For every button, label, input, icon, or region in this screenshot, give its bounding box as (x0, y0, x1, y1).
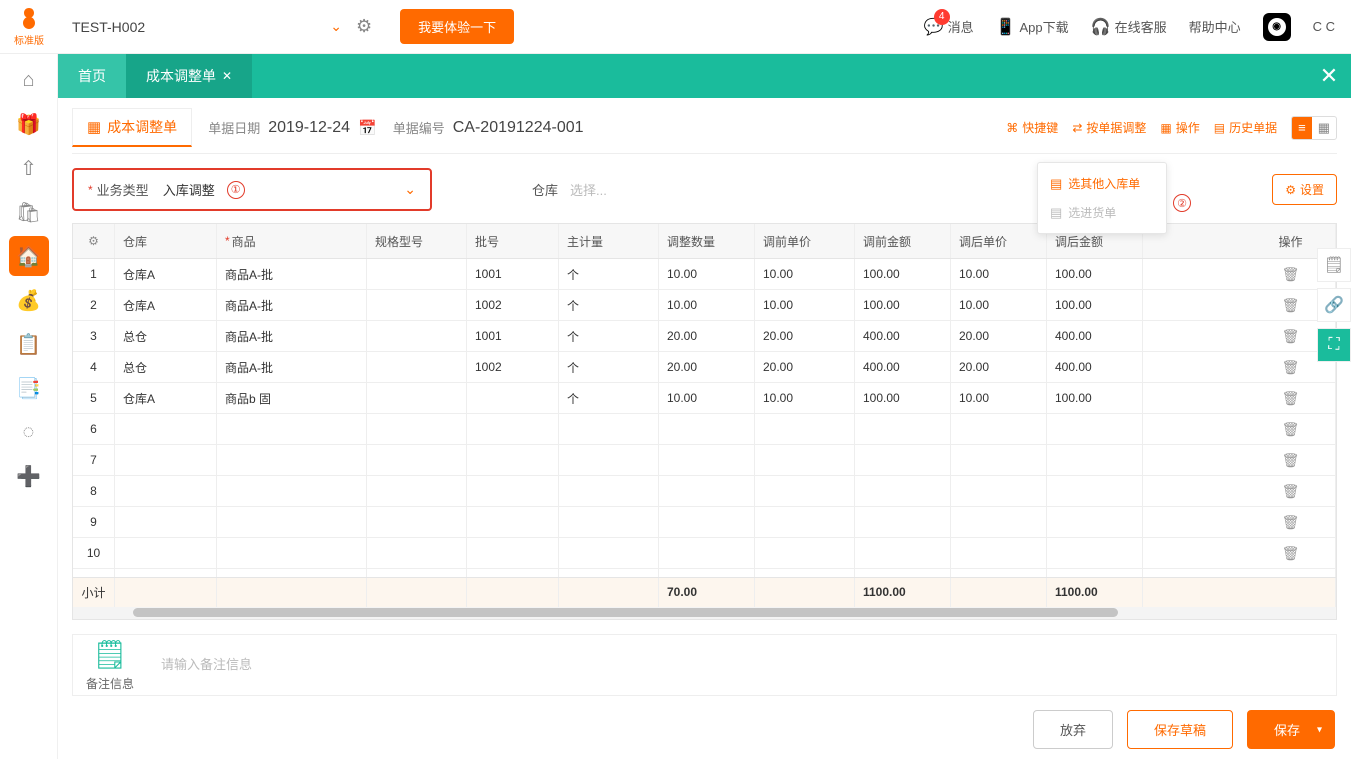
experience-button[interactable]: 我要体验一下 (400, 9, 514, 44)
right-float-panel: 🗒 🔗 ⛶ (1317, 248, 1351, 362)
help-link[interactable]: 帮助中心 (1189, 17, 1241, 36)
adjust-by-bill-link[interactable]: ⇄按单据调整 (1072, 119, 1146, 136)
side-nav: ⌂ 🎁 ⇧ 🛍 🏠 💰 📋 📑 ◌ ➕ (0, 54, 58, 759)
nav-home-icon[interactable]: ⌂ (9, 60, 49, 100)
trash-icon[interactable]: 🗑 (1282, 514, 1300, 531)
table-row[interactable]: 4总仓商品A-批1002个20.0020.00400.0020.00400.00… (73, 352, 1336, 383)
headset-icon: 🎧 (1091, 17, 1111, 37)
app-download-link[interactable]: 📱 App下载 (996, 17, 1069, 37)
row-settings-icon[interactable]: ⚙ (73, 224, 115, 258)
nav-ledger-icon[interactable]: 📑 (9, 368, 49, 408)
avatar[interactable]: ◉ (1263, 13, 1291, 41)
chevron-down-icon: ⌄ (330, 18, 342, 35)
operations-link[interactable]: ▦操作 (1160, 119, 1199, 136)
grid-view-icon[interactable]: ▦ (1312, 117, 1336, 139)
horizontal-scrollbar[interactable] (73, 607, 1336, 619)
hotkey-link[interactable]: ⌘快捷键 (1006, 119, 1058, 136)
nav-sync-icon[interactable]: ◌ (9, 412, 49, 452)
trash-icon[interactable]: 🗑 (1282, 328, 1300, 345)
table-row[interactable]: 1仓库A商品A-批1001个10.0010.00100.0010.00100.0… (73, 259, 1336, 290)
brand-logo: 标准版 (0, 0, 58, 54)
doc-date[interactable]: 单据日期 2019-12-24 📅 (208, 118, 377, 137)
trash-icon[interactable]: 🗑 (1282, 359, 1300, 376)
nav-gift-icon[interactable]: 🎁 (9, 104, 49, 144)
table-subtotal-row: 小计 70.00 1100.00 1100.00 (73, 577, 1336, 607)
bill-icon: ▤ (1050, 176, 1062, 192)
phone-icon: 📱 (996, 17, 1016, 37)
trash-icon[interactable]: 🗑 (1282, 297, 1300, 314)
tab-cost-adjust[interactable]: 成本调整单 ✕ (126, 54, 252, 98)
select-other-inbound[interactable]: ▤ 选其他入库单 (1038, 169, 1166, 198)
table-row[interactable]: 10🗑 (73, 538, 1336, 569)
org-name: TEST-H002 (72, 19, 145, 35)
table-row[interactable]: 9🗑 (73, 507, 1336, 538)
float-note-icon[interactable]: 🗒 (1317, 248, 1351, 282)
chevron-down-icon: ⌄ (404, 181, 416, 198)
remark-section: 🗒 备注信息 (72, 634, 1337, 696)
org-selector[interactable]: TEST-H002 ⌄ (72, 18, 342, 35)
float-link-icon[interactable]: 🔗 (1317, 288, 1351, 322)
table-row[interactable]: 11🗑 (73, 569, 1336, 577)
nav-warehouse-icon[interactable]: 🏠 (9, 236, 49, 276)
nav-warehouse-out-icon[interactable]: ⇧ (9, 148, 49, 188)
table-row[interactable]: 7🗑 (73, 445, 1336, 476)
annotation-2: ② (1173, 194, 1191, 212)
message-badge: 4 (934, 9, 950, 25)
history-link[interactable]: ▤历史单据 (1214, 119, 1277, 136)
save-draft-button[interactable]: 保存草稿 (1127, 710, 1233, 749)
calendar-icon[interactable]: 📅 (358, 119, 377, 137)
trash-icon[interactable]: 🗑 (1282, 483, 1300, 500)
trash-icon[interactable]: 🗑 (1282, 266, 1300, 283)
table-row[interactable]: 3总仓商品A-批1001个20.0020.00400.0020.00400.00… (73, 321, 1336, 352)
tabs-close-all[interactable]: ✕ (1307, 54, 1351, 98)
user-name: C C (1313, 19, 1335, 34)
tabs-bar: 首页 成本调整单 ✕ ✕ (58, 54, 1351, 98)
float-expand-icon[interactable]: ⛶ (1317, 328, 1351, 362)
select-purchase-bill: ▤ 选进货单 (1038, 198, 1166, 227)
bill-icon: ▤ (1050, 205, 1062, 221)
support-link[interactable]: 🎧 在线客服 (1091, 17, 1167, 37)
table-row[interactable]: 8🗑 (73, 476, 1336, 507)
store-select[interactable]: 仓库 选择... (532, 180, 607, 199)
nav-new-icon[interactable]: ➕ (9, 456, 49, 496)
list-view-icon[interactable]: ≡ (1292, 117, 1312, 139)
nav-finance-icon[interactable]: 💰 (9, 280, 49, 320)
trash-icon[interactable]: 🗑 (1282, 421, 1300, 438)
gear-icon: ⚙ (1285, 183, 1296, 197)
trash-icon[interactable]: 🗑 (1282, 452, 1300, 469)
close-icon[interactable]: ✕ (222, 69, 232, 83)
tab-home[interactable]: 首页 (58, 54, 126, 98)
save-button[interactable]: 保存 (1247, 710, 1335, 749)
trash-icon[interactable]: 🗑 (1282, 545, 1300, 562)
gear-icon[interactable]: ⚙ (356, 16, 372, 37)
nav-report-icon[interactable]: 📋 (9, 324, 49, 364)
table-row[interactable]: 2仓库A商品A-批1002个10.0010.00100.0010.00100.0… (73, 290, 1336, 321)
document-icon: ▦ (87, 118, 101, 136)
annotation-1: ① (227, 181, 245, 199)
doc-number: 单据编号 CA-20191224-001 (393, 118, 584, 137)
table-row[interactable]: 5仓库A商品b 固个10.0010.00100.0010.00100.00🗑 (73, 383, 1336, 414)
biztype-select[interactable]: * 业务类型 入库调整 ① ⌄ (72, 168, 432, 211)
settings-button[interactable]: ⚙ 设置 (1272, 174, 1337, 205)
messages-link[interactable]: 💬 消息 4 (924, 17, 974, 37)
note-icon: 🗒 (92, 638, 128, 671)
source-bill-popup: ▤ 选其他入库单 ▤ 选进货单 (1037, 162, 1167, 234)
view-toggle[interactable]: ≡ ▦ (1291, 116, 1337, 140)
doc-tab-cost[interactable]: ▦ 成本调整单 (72, 108, 192, 147)
table-row[interactable]: 6🗑 (73, 414, 1336, 445)
discard-button[interactable]: 放弃 (1033, 710, 1113, 749)
brand-label: 标准版 (14, 32, 44, 47)
nav-shop-icon[interactable]: 🛍 (9, 192, 49, 232)
trash-icon[interactable]: 🗑 (1282, 390, 1300, 407)
remark-input[interactable] (147, 657, 1336, 672)
table-body: 1仓库A商品A-批1001个10.0010.00100.0010.00100.0… (73, 259, 1336, 577)
